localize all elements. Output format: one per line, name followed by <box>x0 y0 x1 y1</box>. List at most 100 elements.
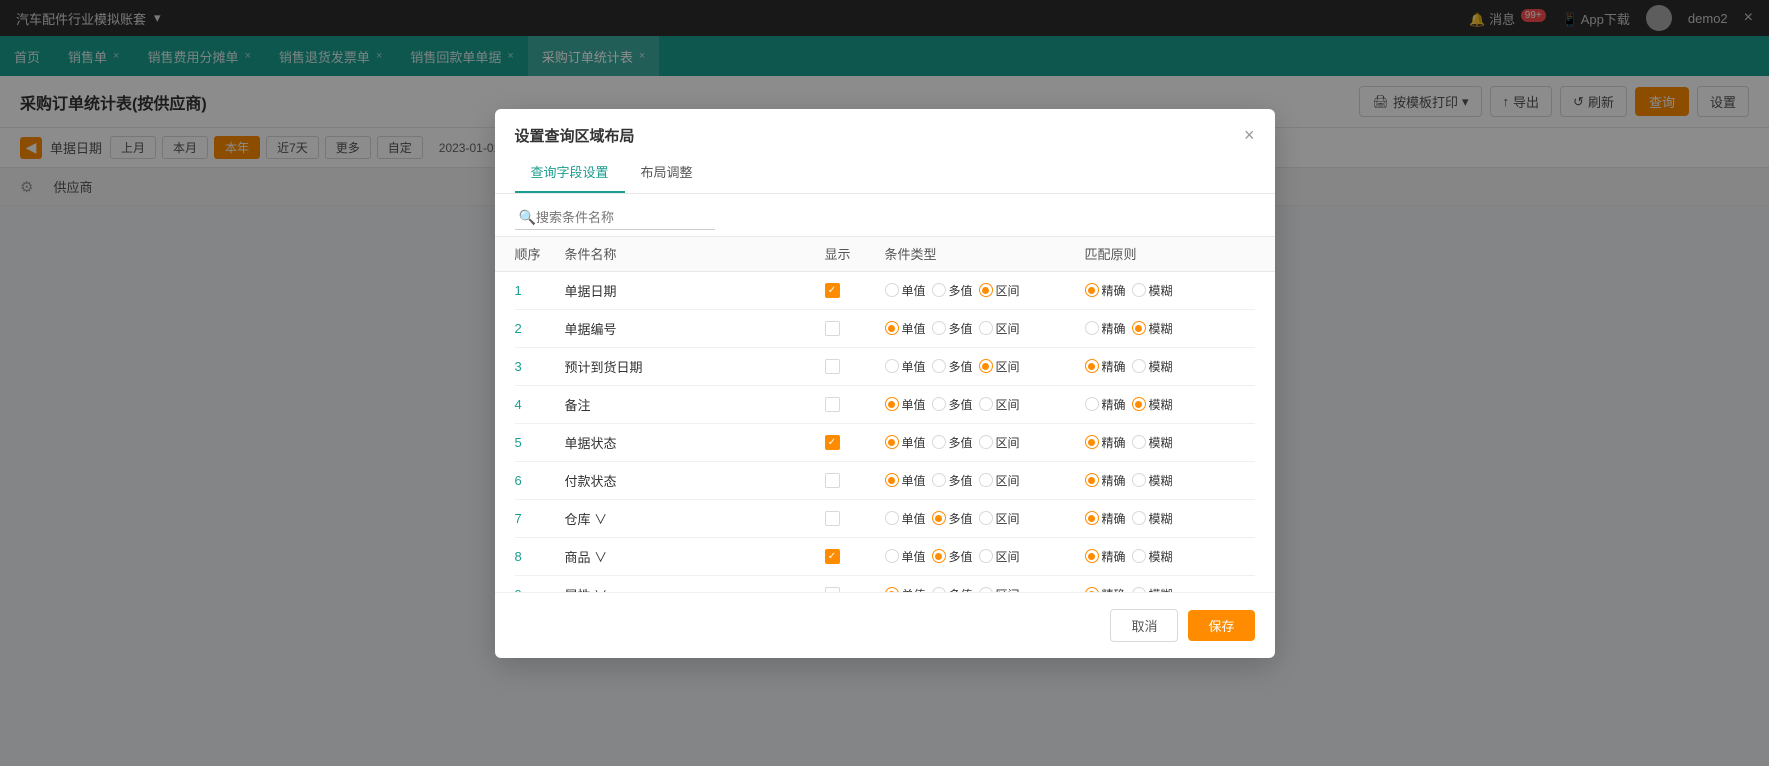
radio-dot-match_exact-1[interactable] <box>1085 283 1099 297</box>
radio-dot-type_single-4[interactable] <box>885 397 899 411</box>
radio-dot-type_single-7[interactable] <box>885 511 899 525</box>
radio-dot-match_fuzzy-2[interactable] <box>1132 321 1146 335</box>
radio-dot-match_exact-3[interactable] <box>1085 359 1099 373</box>
match-radio-match_exact-6[interactable]: 精确 <box>1085 472 1126 489</box>
type-radio-type_multi-2[interactable]: 多值 <box>932 320 973 337</box>
type-radio-type_multi-1[interactable]: 多值 <box>932 282 973 299</box>
match-radio-match_exact-5[interactable]: 精确 <box>1085 434 1126 451</box>
save-button[interactable]: 保存 <box>1188 610 1254 641</box>
radio-dot-type_range-6[interactable] <box>979 473 993 487</box>
radio-dot-type_range-5[interactable] <box>979 435 993 449</box>
type-radio-type_single-5[interactable]: 单值 <box>885 434 926 451</box>
radio-dot-match_exact-2[interactable] <box>1085 321 1099 335</box>
row-show-3[interactable] <box>825 359 885 374</box>
radio-dot-match_fuzzy-1[interactable] <box>1132 283 1146 297</box>
cancel-button[interactable]: 取消 <box>1110 609 1178 642</box>
type-radio-type_multi-6[interactable]: 多值 <box>932 472 973 489</box>
radio-dot-type_single-6[interactable] <box>885 473 899 487</box>
radio-dot-type_single-5[interactable] <box>885 435 899 449</box>
radio-dot-type_range-3[interactable] <box>979 359 993 373</box>
row-show-7[interactable] <box>825 511 885 526</box>
radio-dot-type_single-3[interactable] <box>885 359 899 373</box>
type-radio-type_multi-4[interactable]: 多值 <box>932 396 973 413</box>
row-show-8[interactable] <box>825 549 885 564</box>
radio-dot-type_multi-6[interactable] <box>932 473 946 487</box>
type-radio-type_single-8[interactable]: 单值 <box>885 548 926 565</box>
type-radio-type_range-7[interactable]: 区间 <box>979 510 1020 527</box>
row-show-6[interactable] <box>825 473 885 488</box>
show-checkbox-1[interactable] <box>825 283 840 298</box>
radio-dot-match_fuzzy-5[interactable] <box>1132 435 1146 449</box>
match-radio-match_fuzzy-8[interactable]: 模糊 <box>1132 548 1173 565</box>
match-radio-match_fuzzy-3[interactable]: 模糊 <box>1132 358 1173 375</box>
type-radio-type_single-7[interactable]: 单值 <box>885 510 926 527</box>
radio-dot-match_exact-4[interactable] <box>1085 397 1099 411</box>
search-input[interactable] <box>536 210 696 225</box>
radio-dot-type_range-8[interactable] <box>979 549 993 563</box>
radio-dot-type_multi-3[interactable] <box>932 359 946 373</box>
match-radio-match_fuzzy-7[interactable]: 模糊 <box>1132 510 1173 527</box>
type-radio-type_single-1[interactable]: 单值 <box>885 282 926 299</box>
radio-dot-type_range-7[interactable] <box>979 511 993 525</box>
radio-dot-type_multi-8[interactable] <box>932 549 946 563</box>
show-checkbox-8[interactable] <box>825 549 840 564</box>
radio-dot-type_range-1[interactable] <box>979 283 993 297</box>
show-checkbox-4[interactable] <box>825 397 840 412</box>
radio-dot-match_exact-5[interactable] <box>1085 435 1099 449</box>
radio-dot-type_range-4[interactable] <box>979 397 993 411</box>
dialog-close-button[interactable]: × <box>1244 125 1255 146</box>
match-radio-match_exact-3[interactable]: 精确 <box>1085 358 1126 375</box>
dialog-tab-layout[interactable]: 布局调整 <box>625 156 709 193</box>
match-radio-match_exact-4[interactable]: 精确 <box>1085 396 1126 413</box>
match-radio-match_exact-8[interactable]: 精确 <box>1085 548 1126 565</box>
type-radio-type_range-2[interactable]: 区间 <box>979 320 1020 337</box>
row-show-5[interactable] <box>825 435 885 450</box>
match-radio-match_fuzzy-4[interactable]: 模糊 <box>1132 396 1173 413</box>
type-radio-type_range-3[interactable]: 区间 <box>979 358 1020 375</box>
radio-dot-match_exact-8[interactable] <box>1085 549 1099 563</box>
radio-dot-match_exact-6[interactable] <box>1085 473 1099 487</box>
show-checkbox-3[interactable] <box>825 359 840 374</box>
type-radio-type_multi-5[interactable]: 多值 <box>932 434 973 451</box>
row-show-1[interactable] <box>825 283 885 298</box>
radio-dot-type_multi-1[interactable] <box>932 283 946 297</box>
radio-dot-type_multi-7[interactable] <box>932 511 946 525</box>
match-radio-match_exact-1[interactable]: 精确 <box>1085 282 1126 299</box>
radio-dot-match_exact-7[interactable] <box>1085 511 1099 525</box>
type-radio-type_single-4[interactable]: 单值 <box>885 396 926 413</box>
radio-dot-match_fuzzy-6[interactable] <box>1132 473 1146 487</box>
radio-dot-match_fuzzy-3[interactable] <box>1132 359 1146 373</box>
radio-dot-type_multi-5[interactable] <box>932 435 946 449</box>
show-checkbox-6[interactable] <box>825 473 840 488</box>
row-show-4[interactable] <box>825 397 885 412</box>
radio-dot-type_range-2[interactable] <box>979 321 993 335</box>
type-radio-type_range-1[interactable]: 区间 <box>979 282 1020 299</box>
type-radio-type_single-6[interactable]: 单值 <box>885 472 926 489</box>
match-radio-match_fuzzy-1[interactable]: 模糊 <box>1132 282 1173 299</box>
match-radio-match_fuzzy-6[interactable]: 模糊 <box>1132 472 1173 489</box>
row-show-2[interactable] <box>825 321 885 336</box>
match-radio-match_exact-7[interactable]: 精确 <box>1085 510 1126 527</box>
type-radio-type_multi-7[interactable]: 多值 <box>932 510 973 527</box>
type-radio-type_multi-3[interactable]: 多值 <box>932 358 973 375</box>
type-radio-type_range-5[interactable]: 区间 <box>979 434 1020 451</box>
show-checkbox-5[interactable] <box>825 435 840 450</box>
radio-dot-type_single-8[interactable] <box>885 549 899 563</box>
type-radio-type_single-2[interactable]: 单值 <box>885 320 926 337</box>
type-radio-type_multi-8[interactable]: 多值 <box>932 548 973 565</box>
dialog-tab-query-fields[interactable]: 查询字段设置 <box>515 156 625 193</box>
radio-dot-type_multi-4[interactable] <box>932 397 946 411</box>
type-radio-type_range-4[interactable]: 区间 <box>979 396 1020 413</box>
radio-dot-match_fuzzy-8[interactable] <box>1132 549 1146 563</box>
match-radio-match_fuzzy-2[interactable]: 模糊 <box>1132 320 1173 337</box>
type-radio-type_single-3[interactable]: 单值 <box>885 358 926 375</box>
type-radio-type_range-6[interactable]: 区间 <box>979 472 1020 489</box>
radio-dot-type_multi-2[interactable] <box>932 321 946 335</box>
radio-dot-match_fuzzy-7[interactable] <box>1132 511 1146 525</box>
show-checkbox-2[interactable] <box>825 321 840 336</box>
type-radio-type_range-8[interactable]: 区间 <box>979 548 1020 565</box>
match-radio-match_exact-2[interactable]: 精确 <box>1085 320 1126 337</box>
radio-dot-match_fuzzy-4[interactable] <box>1132 397 1146 411</box>
match-radio-match_fuzzy-5[interactable]: 模糊 <box>1132 434 1173 451</box>
radio-dot-type_single-1[interactable] <box>885 283 899 297</box>
